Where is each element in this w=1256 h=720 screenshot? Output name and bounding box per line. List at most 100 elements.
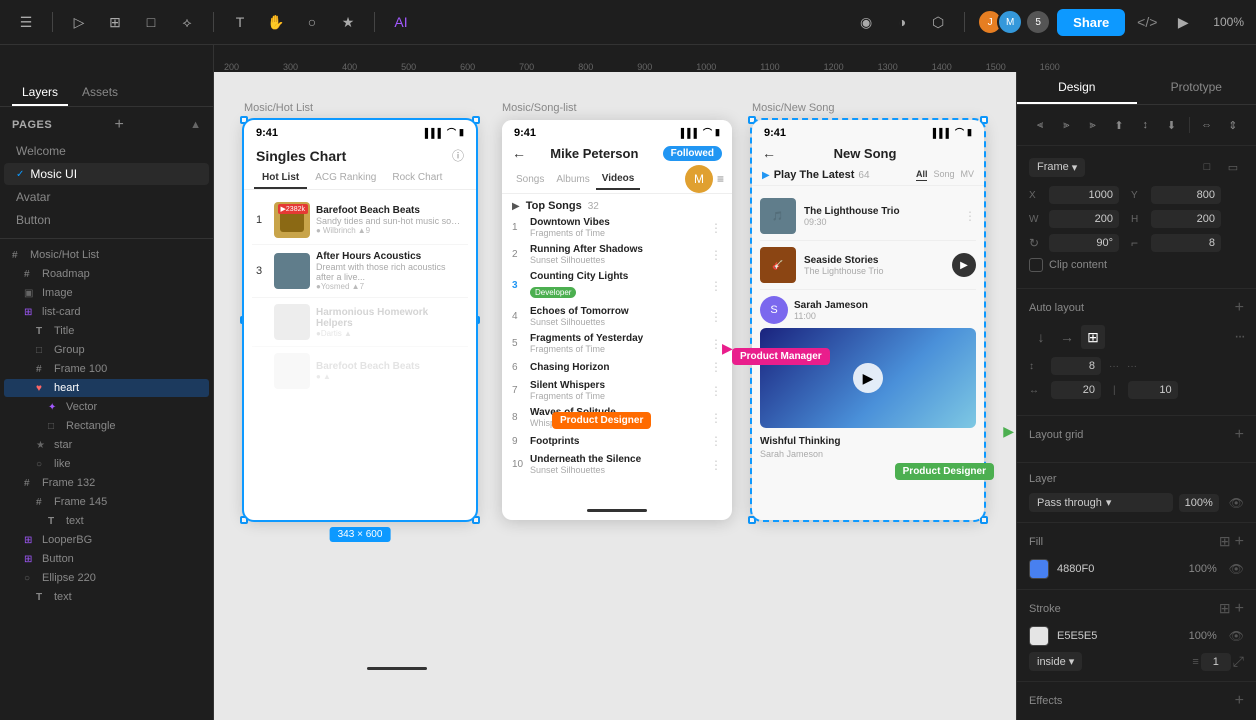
color-wheel-icon[interactable]: ◉ bbox=[852, 8, 880, 36]
clip-content-checkbox[interactable] bbox=[1029, 258, 1043, 272]
back-icon-ns[interactable]: ← bbox=[762, 145, 776, 161]
layer-title[interactable]: T Title bbox=[4, 322, 209, 340]
ai-tool-icon[interactable]: AI bbox=[387, 8, 415, 36]
rect-tool-icon[interactable]: □ bbox=[137, 8, 165, 36]
fill-style-icon[interactable]: ⊞ bbox=[1219, 533, 1231, 551]
video-play-btn[interactable]: ▶ bbox=[853, 363, 883, 393]
play-icon[interactable]: ▷ bbox=[65, 8, 93, 36]
layer-mosic-hot-list[interactable]: # Mosic/Hot List bbox=[4, 246, 209, 264]
al-pad-3-input[interactable]: 10 bbox=[1128, 381, 1178, 399]
frame-dropdown[interactable]: Frame ▾ bbox=[1029, 158, 1085, 177]
ns-handle-br[interactable] bbox=[980, 516, 988, 524]
share-button[interactable]: Share bbox=[1057, 9, 1125, 36]
layer-visibility-icon[interactable]: 👁 bbox=[1229, 496, 1244, 510]
align-top-button[interactable]: ⬆ bbox=[1108, 113, 1130, 137]
layer-vector[interactable]: ✦ Vector bbox=[4, 398, 209, 416]
tab-acg-ranking[interactable]: ACG Ranking bbox=[307, 168, 384, 189]
add-layout-grid-button[interactable]: + bbox=[1235, 426, 1244, 444]
page-item-button[interactable]: Button bbox=[4, 209, 209, 231]
page-item-avatar[interactable]: Avatar bbox=[4, 186, 209, 208]
layer-button[interactable]: ⊞ Button bbox=[4, 550, 209, 568]
layer-looperbg[interactable]: ⊞ LooperBG bbox=[4, 531, 209, 549]
menu-icon[interactable]: ☰ bbox=[12, 8, 40, 36]
h-input[interactable]: 200 bbox=[1151, 210, 1221, 228]
code-icon[interactable]: </> bbox=[1133, 8, 1161, 36]
layer-mode-dropdown[interactable]: Pass through ▾ bbox=[1029, 493, 1173, 512]
tab-prototype[interactable]: Prototype bbox=[1137, 72, 1256, 104]
al-grid-button[interactable]: ⊞ bbox=[1081, 325, 1105, 349]
layer-rectangle[interactable]: □ Rectangle bbox=[4, 417, 209, 435]
add-effect-button[interactable]: + bbox=[1235, 692, 1244, 710]
tab-rock-chart[interactable]: Rock Chart bbox=[384, 168, 450, 189]
layer-heart[interactable]: ♥ heart bbox=[4, 379, 209, 397]
tab-videos[interactable]: Videos bbox=[596, 169, 641, 190]
tab-layers[interactable]: Layers bbox=[12, 80, 68, 106]
distribute-h-button[interactable]: ⇔ bbox=[1196, 113, 1218, 137]
hand-tool-icon[interactable]: ✋ bbox=[262, 8, 290, 36]
tab-design[interactable]: Design bbox=[1017, 72, 1137, 104]
w-input[interactable]: 200 bbox=[1049, 210, 1119, 228]
distribute-v-button[interactable]: ⇕ bbox=[1222, 113, 1244, 137]
layer-like[interactable]: ○ like bbox=[4, 455, 209, 473]
page-item-welcome[interactable]: Welcome bbox=[4, 140, 209, 162]
layer-frame-100[interactable]: # Frame 100 bbox=[4, 360, 209, 378]
tab-albums[interactable]: Albums bbox=[550, 170, 595, 189]
page-item-mosic-ui[interactable]: ✓ Mosic UI bbox=[4, 163, 209, 185]
fill-visibility-icon[interactable]: 👁 bbox=[1229, 562, 1244, 576]
add-page-button[interactable]: + bbox=[114, 117, 123, 133]
resize-handle-br[interactable] bbox=[472, 516, 480, 524]
collapse-pages-button[interactable]: ▲ bbox=[190, 119, 201, 131]
layer-text-2[interactable]: T text bbox=[4, 588, 209, 606]
add-stroke-button[interactable]: + bbox=[1235, 600, 1244, 618]
contrast-icon[interactable]: ◑ bbox=[888, 8, 916, 36]
star-tool-icon[interactable]: ★ bbox=[334, 8, 362, 36]
al-pad-2-input[interactable]: 20 bbox=[1051, 381, 1101, 399]
tab-song-ns[interactable]: Song bbox=[933, 169, 954, 181]
expand-stroke-icon[interactable]: ⤢ bbox=[1233, 653, 1244, 670]
tab-mv-ns[interactable]: MV bbox=[961, 169, 975, 181]
tab-all-ns[interactable]: All bbox=[916, 169, 928, 181]
al-pad-1-input[interactable]: 8 bbox=[1051, 357, 1101, 375]
stroke-style-icon[interactable]: ⊞ bbox=[1219, 600, 1231, 618]
layer-list-card[interactable]: ⊞ list-card bbox=[4, 303, 209, 321]
add-auto-layout-button[interactable]: + bbox=[1235, 299, 1244, 317]
fill-color-swatch[interactable] bbox=[1029, 559, 1049, 579]
frame-landscape-icon[interactable]: ▭ bbox=[1222, 156, 1244, 178]
layers-icon[interactable]: ⬡ bbox=[924, 8, 952, 36]
stroke-position-dropdown[interactable]: inside ▾ bbox=[1029, 652, 1082, 671]
align-center-v-button[interactable]: ↕ bbox=[1134, 113, 1156, 137]
rotation-input[interactable]: 90° bbox=[1049, 234, 1119, 252]
al-down-button[interactable]: ↓ bbox=[1029, 325, 1053, 349]
align-bottom-button[interactable]: ⬇ bbox=[1160, 113, 1182, 137]
al-more-button[interactable]: ··· bbox=[1234, 328, 1244, 346]
layer-roadmap[interactable]: # Roadmap bbox=[4, 265, 209, 283]
corner-input[interactable]: 8 bbox=[1151, 234, 1221, 252]
layer-frame-145[interactable]: # Frame 145 bbox=[4, 493, 209, 511]
add-fill-button[interactable]: + bbox=[1235, 533, 1244, 551]
align-center-h-button[interactable]: ⫸ bbox=[1055, 113, 1077, 137]
layer-text-1[interactable]: T text bbox=[4, 512, 209, 530]
text-tool-icon[interactable]: T bbox=[226, 8, 254, 36]
layer-image[interactable]: ▣ Image bbox=[4, 284, 209, 302]
stroke-color-swatch[interactable] bbox=[1029, 626, 1049, 646]
present-icon[interactable]: ▶ bbox=[1169, 8, 1197, 36]
ellipse-tool-icon[interactable]: ○ bbox=[298, 8, 326, 36]
tab-assets[interactable]: Assets bbox=[72, 80, 128, 106]
canvas-area[interactable]: Mosic/Hot List 9:41 ▌▌▌ ⌒ bbox=[214, 72, 1016, 720]
align-right-button[interactable]: ⫸ bbox=[1082, 113, 1104, 137]
tab-songs[interactable]: Songs bbox=[510, 170, 550, 189]
layer-group[interactable]: □ Group bbox=[4, 341, 209, 359]
stroke-weight-input[interactable]: 1 bbox=[1201, 653, 1231, 671]
layer-frame-132[interactable]: # Frame 132 bbox=[4, 474, 209, 492]
x-input[interactable]: 1000 bbox=[1049, 186, 1119, 204]
align-left-button[interactable]: ⫷ bbox=[1029, 113, 1051, 137]
frame-portrait-icon[interactable]: □ bbox=[1196, 156, 1218, 178]
y-input[interactable]: 800 bbox=[1151, 186, 1221, 204]
grid-icon[interactable]: ⊞ bbox=[101, 8, 129, 36]
al-right-button[interactable]: → bbox=[1055, 325, 1079, 349]
tab-hot-list[interactable]: Hot List bbox=[254, 168, 307, 189]
layer-star[interactable]: ★ star bbox=[4, 436, 209, 454]
stroke-visibility-icon[interactable]: 👁 bbox=[1229, 629, 1244, 643]
play-btn-ns2[interactable]: ▶ bbox=[952, 253, 976, 277]
layer-ellipse-220[interactable]: ○ Ellipse 220 bbox=[4, 569, 209, 587]
